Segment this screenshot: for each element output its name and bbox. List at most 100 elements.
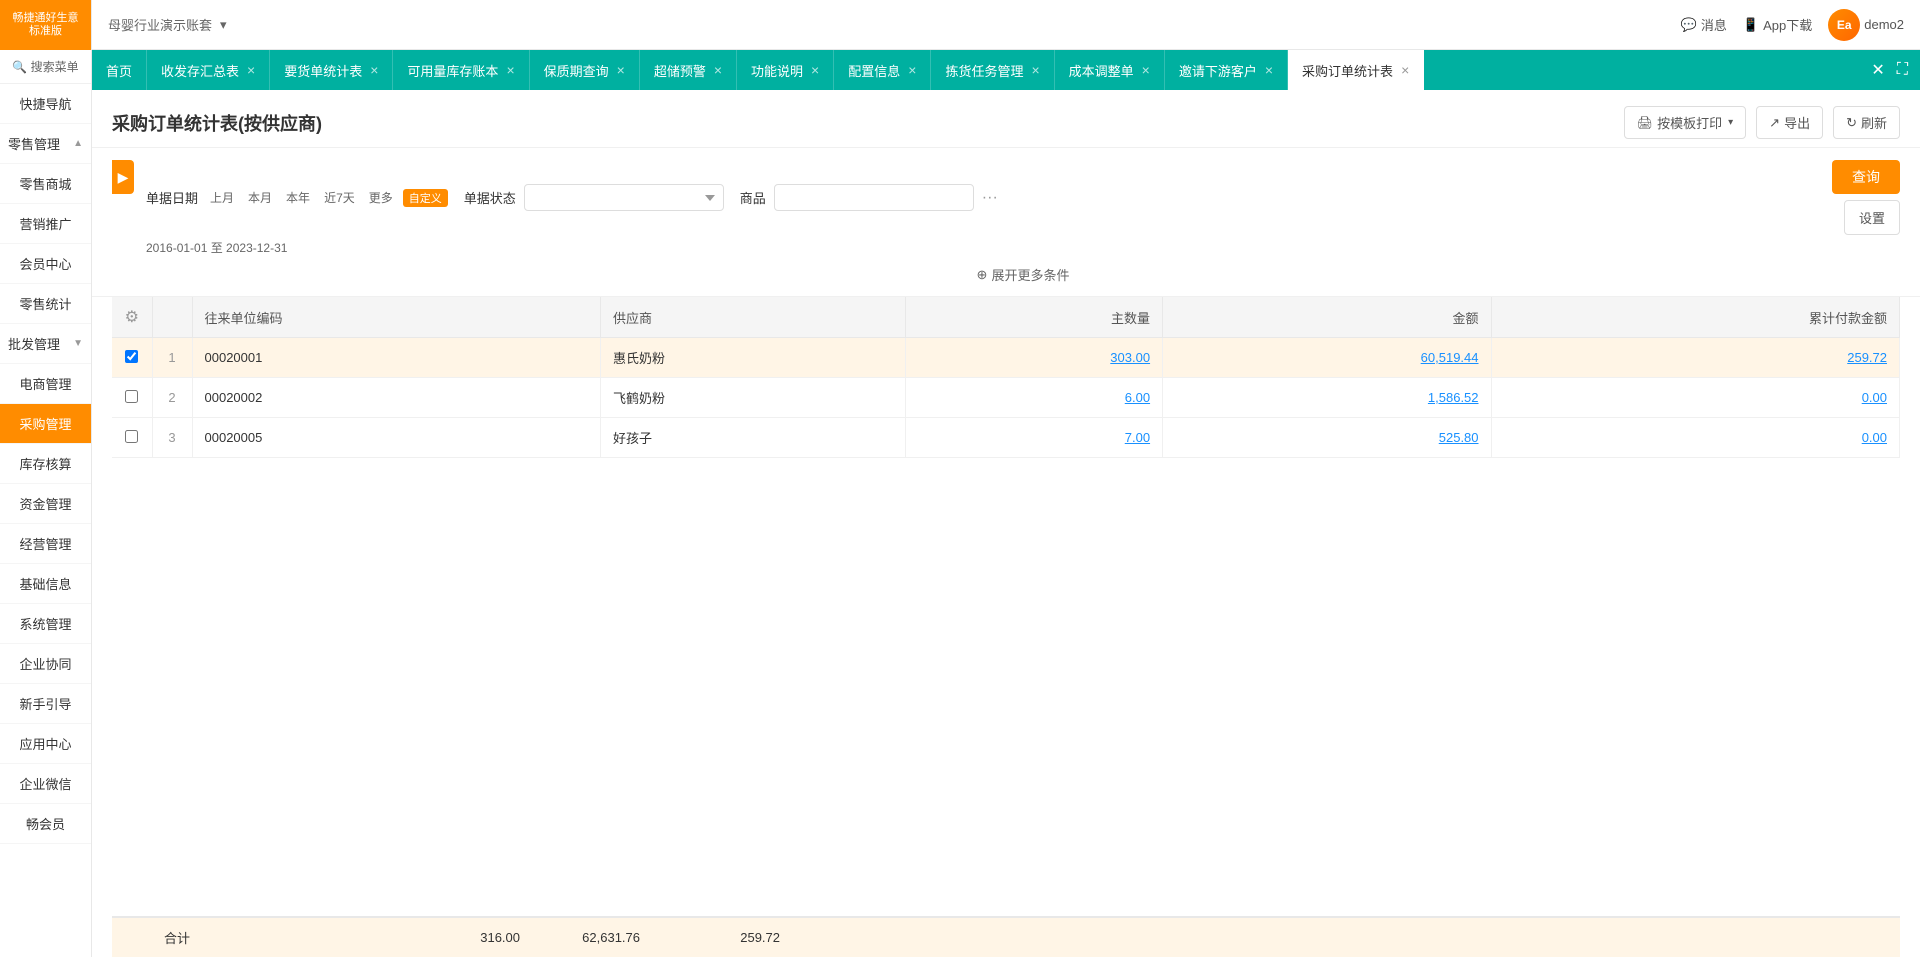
table-row: 1 00020001 惠氏奶粉 303.00 60,519.44 259.72 (112, 338, 1900, 378)
message-btn[interactable]: 💬 消息 (1681, 15, 1727, 34)
tab-overstock-warning[interactable]: 超储预警 × (640, 50, 737, 90)
date-filter-group: 单据日期 上月 本月 本年 近7天 更多 自定义 (146, 188, 448, 207)
goods-input[interactable] (774, 184, 974, 211)
sidebar-item-purchase-mgmt[interactable]: 采购管理 (0, 404, 91, 444)
sidebar-item-wholesale-mgmt[interactable]: 批发管理 ▼ (0, 324, 91, 364)
row-paid-amount[interactable]: 0.00 (1491, 418, 1899, 458)
logo-subtext: 标准版 (29, 25, 62, 38)
row-main-qty[interactable]: 6.00 (906, 378, 1163, 418)
col-paid-amount: 累计付款金额 (1491, 297, 1899, 338)
row-checkbox[interactable] (112, 378, 152, 418)
col-amount: 金额 (1163, 297, 1491, 338)
tab-close-icon[interactable]: × (1401, 62, 1409, 78)
tab-home[interactable]: 首页 (92, 50, 147, 90)
tabs-expand-icon[interactable]: ⛶ (1893, 59, 1912, 81)
row-main-qty[interactable]: 303.00 (906, 338, 1163, 378)
row-checkbox[interactable] (112, 338, 152, 378)
status-select[interactable] (524, 184, 724, 211)
tab-close-icon[interactable]: × (714, 62, 722, 78)
tab-close-icon[interactable]: × (370, 62, 378, 78)
table-container: ⚙ 往来单位编码 供应商 主数量 金额 累计付款金额 1 (92, 297, 1920, 916)
tab-config-info[interactable]: 配置信息 × (834, 50, 931, 90)
sidebar-item-ops-mgmt[interactable]: 经营管理 (0, 524, 91, 564)
row-supplier-name: 飞鹤奶粉 (600, 378, 905, 418)
print-button[interactable]: 🖨 按模板打印 ▾ (1624, 106, 1747, 139)
sidebar-item-member-center[interactable]: 会员中心 (0, 244, 91, 284)
tab-available-inventory[interactable]: 可用量库存账本 × (393, 50, 529, 90)
filter-settings-button[interactable]: 设置 (1844, 200, 1900, 235)
sidebar-item-label: 资金管理 (19, 494, 71, 513)
tab-close-icon[interactable]: × (506, 62, 514, 78)
page-title: 采购订单统计表(按供应商) (112, 110, 322, 136)
date-shortcut-this-year[interactable]: 本年 (282, 188, 314, 207)
sidebar-item-basic-info[interactable]: 基础信息 (0, 564, 91, 604)
tab-close-icon[interactable]: × (908, 62, 916, 78)
row-amount[interactable]: 60,519.44 (1163, 338, 1491, 378)
sidebar-item-app-center[interactable]: 应用中心 (0, 724, 91, 764)
more-options-icon[interactable]: ··· (982, 189, 998, 207)
sidebar-search[interactable]: 🔍 搜索菜单 (0, 50, 91, 84)
date-shortcut-this-month[interactable]: 本月 (244, 188, 276, 207)
tab-close-icon[interactable]: × (247, 62, 255, 78)
filter-toggle-btn[interactable]: ▶ (112, 160, 134, 194)
col-gear[interactable]: ⚙ (112, 297, 152, 338)
row-amount[interactable]: 1,586.52 (1163, 378, 1491, 418)
tab-close-icon[interactable]: × (811, 62, 819, 78)
sidebar-item-quick-nav[interactable]: 快捷导航 (0, 84, 91, 124)
app-download-btn[interactable]: 📱 App下载 (1743, 15, 1812, 34)
sidebar-item-enterprise-wechat[interactable]: 企业微信 (0, 764, 91, 804)
tab-close-icon[interactable]: × (1142, 62, 1150, 78)
refresh-button[interactable]: ↻ 刷新 (1833, 106, 1900, 139)
sidebar-item-marketing[interactable]: 营销推广 (0, 204, 91, 244)
message-icon: 💬 (1681, 17, 1697, 33)
tab-order-stats[interactable]: 要货单统计表 × (270, 50, 393, 90)
date-shortcut-7days[interactable]: 近7天 (320, 188, 359, 207)
chevron-down-icon: ▼ (73, 338, 83, 349)
sidebar-item-enterprise-collab[interactable]: 企业协同 (0, 644, 91, 684)
sidebar-item-ecommerce-mgmt[interactable]: 电商管理 (0, 364, 91, 404)
expand-more-btn[interactable]: ⊕ 展开更多条件 (977, 265, 1070, 284)
user-menu[interactable]: Ea demo2 (1828, 9, 1904, 41)
tab-func-desc[interactable]: 功能说明 × (737, 50, 834, 90)
date-badge[interactable]: 自定义 (403, 189, 448, 207)
sidebar-item-label: 快捷导航 (19, 94, 71, 113)
sidebar-item-finance-mgmt[interactable]: 资金管理 (0, 484, 91, 524)
sidebar-item-label: 会员中心 (19, 254, 71, 273)
query-button[interactable]: 查询 (1832, 160, 1900, 194)
page-content: 采购订单统计表(按供应商) 🖨 按模板打印 ▾ ↗ 导出 ↻ 刷新 (92, 90, 1920, 957)
sidebar-item-retail-stats[interactable]: 零售统计 (0, 284, 91, 324)
tab-pick-task[interactable]: 拣货任务管理 × (931, 50, 1054, 90)
tab-close-icon[interactable]: × (1031, 62, 1039, 78)
user-name: demo2 (1864, 17, 1904, 32)
row-main-qty[interactable]: 7.00 (906, 418, 1163, 458)
row-paid-amount[interactable]: 0.00 (1491, 378, 1899, 418)
tabs-close-icon[interactable]: ✕ (1867, 58, 1888, 82)
row-paid-amount[interactable]: 259.72 (1491, 338, 1899, 378)
row-checkbox[interactable] (112, 418, 152, 458)
sidebar-item-inventory-check[interactable]: 库存核算 (0, 444, 91, 484)
chevron-up-icon: ▲ (73, 138, 83, 149)
sidebar-item-system-mgmt[interactable]: 系统管理 (0, 604, 91, 644)
tab-expiry-query[interactable]: 保质期查询 × (530, 50, 640, 90)
table-footer: 合计 316.00 62,631.76 259.72 (112, 916, 1900, 957)
tab-close-icon[interactable]: × (1265, 62, 1273, 78)
column-settings-icon[interactable]: ⚙ (125, 309, 139, 326)
date-shortcut-more[interactable]: 更多 (365, 188, 397, 207)
tab-invite-customer[interactable]: 邀请下游客户 × (1165, 50, 1288, 90)
chevron-down-icon: ⊕ (977, 267, 988, 283)
tab-receive-pay[interactable]: 收发存汇总表 × (147, 50, 270, 90)
sidebar-item-retail-mgmt[interactable]: 零售管理 ▲ (0, 124, 91, 164)
sidebar-item-label: 基础信息 (19, 574, 71, 593)
row-amount[interactable]: 525.80 (1163, 418, 1491, 458)
export-button[interactable]: ↗ 导出 (1756, 106, 1823, 139)
workspace-selector[interactable]: 母婴行业演示账套 ▾ (108, 15, 227, 34)
sidebar-item-label: 经营管理 (19, 534, 71, 553)
sidebar-item-retail-shop[interactable]: 零售商城 (0, 164, 91, 204)
tab-cost-adjust[interactable]: 成本调整单 × (1055, 50, 1165, 90)
tab-close-icon[interactable]: × (617, 62, 625, 78)
date-shortcut-prev-month[interactable]: 上月 (206, 188, 238, 207)
row-supplier-code: 00020001 (192, 338, 600, 378)
tab-purchase-order-stats[interactable]: 采购订单统计表 × (1288, 50, 1424, 90)
sidebar-item-member[interactable]: 畅会员 (0, 804, 91, 844)
sidebar-item-new-guide[interactable]: 新手引导 (0, 684, 91, 724)
